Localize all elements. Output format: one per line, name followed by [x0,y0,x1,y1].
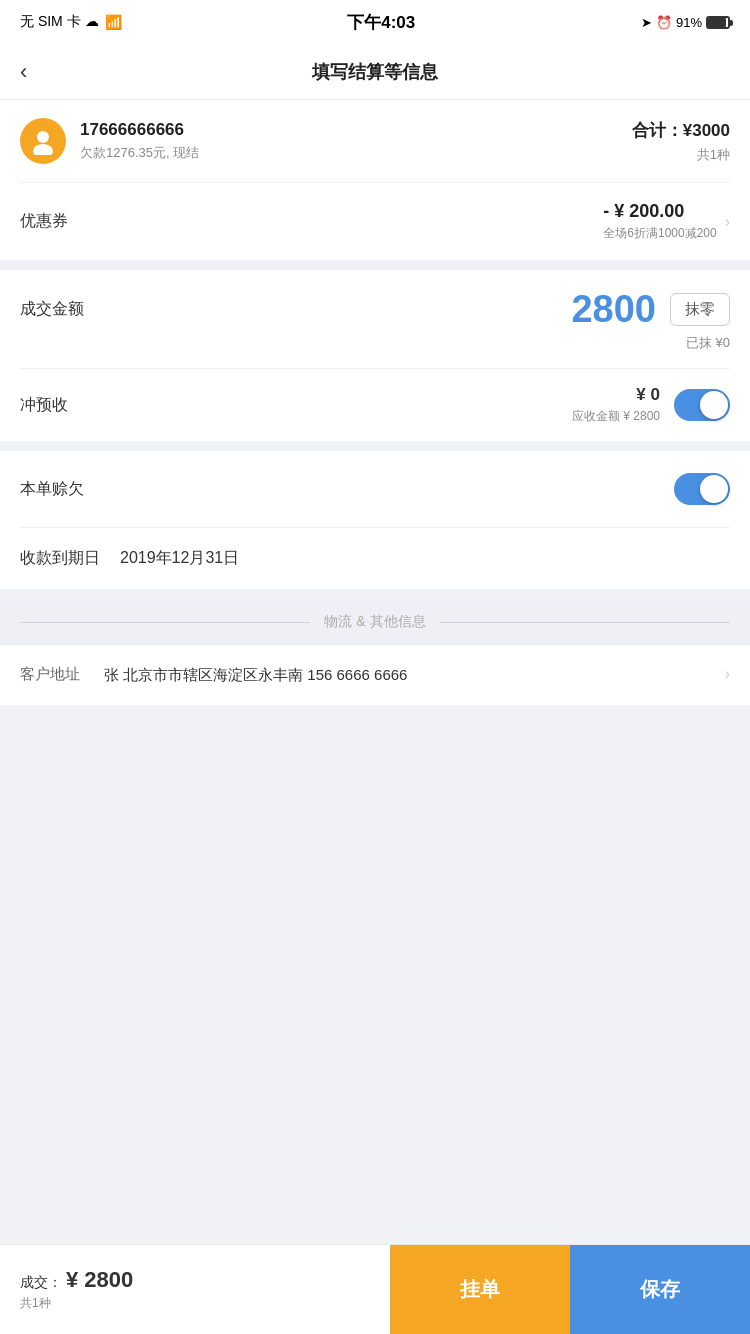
avatar-icon [29,127,57,155]
transaction-card: 成交金额 2800 抹零 已抹 ¥0 冲预收 ¥ 0 应收金额 ¥ 2800 [0,270,750,441]
amount-value-group: 2800 抹零 [571,290,730,328]
duedate-row: 收款到期日 2019年12月31日 [20,527,730,589]
hold-button[interactable]: 挂单 [390,1245,570,1335]
customer-sub: 欠款1276.35元, 现结 [80,144,632,162]
address-card: 客户地址 张 北京市市辖区海淀区永丰南 156 6666 6666 › [0,645,750,705]
bottom-amount: ¥ 2800 [66,1267,133,1293]
coupon-sub: 全场6折满1000减200 [603,225,716,242]
status-right: ➤ ⏰ 91% [641,15,730,30]
debt-toggle-knob [700,475,728,503]
bottom-summary: 成交： ¥ 2800 共1种 [0,1267,390,1312]
customer-total: 合计：¥3000 共1种 [632,119,730,164]
prereceive-toggle[interactable] [674,389,730,421]
bottom-count: 共1种 [20,1295,370,1312]
back-button[interactable]: ‹ [20,59,27,85]
debt-row: 本单赊欠 [20,451,730,527]
coupon-label: 优惠券 [20,211,68,232]
total-sub: 共1种 [632,146,730,164]
avatar [20,118,66,164]
toggle-knob [700,391,728,419]
page-title: 填写结算等信息 [312,60,438,84]
logistics-line-left [20,622,310,623]
duedate-value: 2019年12月31日 [120,548,239,569]
bottom-bar: 成交： ¥ 2800 共1种 挂单 保存 [0,1244,750,1334]
wifi-icon: 📶 [105,14,122,30]
logistics-line-right [440,622,730,623]
prereceive-right: ¥ 0 应收金额 ¥ 2800 [572,385,730,425]
prereceive-label: 冲预收 [20,395,68,416]
customer-info: 17666666666 欠款1276.35元, 现结 [80,120,632,162]
amount-label: 成交金额 [20,299,84,320]
deal-label: 成交： [20,1274,62,1292]
amount-value: 2800 [571,290,656,328]
customer-row: 17666666666 欠款1276.35元, 现结 合计：¥3000 共1种 [0,100,750,182]
status-bar: 无 SIM 卡 ☁ 📶 下午4:03 ➤ ⏰ 91% [0,0,750,44]
svg-point-0 [37,131,49,143]
address-label: 客户地址 [20,663,88,684]
svg-point-1 [33,144,53,155]
battery-icon [706,16,730,29]
debt-section: 本单赊欠 [0,451,750,527]
address-chevron-icon: › [725,663,730,683]
zeroed-text: 已抹 ¥0 [20,334,730,368]
nav-bar: ‹ 填写结算等信息 [0,44,750,100]
coupon-row[interactable]: 优惠券 - ¥ 200.00 全场6折满1000减200 › [0,183,750,260]
bottom-spacer [0,715,750,915]
prereceive-amount: ¥ 0 应收金额 ¥ 2800 [572,385,660,425]
amount-row: 成交金额 2800 抹零 [20,290,730,334]
chevron-right-icon: › [725,213,730,231]
prereceive-val: ¥ 0 [572,385,660,405]
prereceive-row: 冲预收 ¥ 0 应收金额 ¥ 2800 [20,368,730,441]
debt-toggle[interactable] [674,473,730,505]
duedate-label: 收款到期日 [20,548,100,569]
battery-text: 91% [676,15,702,30]
address-value: 张 北京市市辖区海淀区永丰南 156 6666 6666 [104,663,717,687]
coupon-discount: - ¥ 200.00 [603,201,716,222]
total-amount: 合计：¥3000 [632,119,730,142]
amount-section: 成交金额 2800 抹零 已抹 ¥0 [0,270,750,368]
prereceive-section: 冲预收 ¥ 0 应收金额 ¥ 2800 [0,368,750,441]
address-row[interactable]: 客户地址 张 北京市市辖区海淀区永丰南 156 6666 6666 › [20,645,730,705]
customer-phone: 17666666666 [80,120,632,140]
status-left: 无 SIM 卡 ☁ 📶 [20,13,122,31]
debt-card: 本单赊欠 收款到期日 2019年12月31日 [0,451,750,589]
main-content: 17666666666 欠款1276.35元, 现结 合计：¥3000 共1种 … [0,100,750,1015]
coupon-right: - ¥ 200.00 全场6折满1000减200 › [603,201,730,242]
round-button[interactable]: 抹零 [670,293,730,326]
no-sim-text: 无 SIM 卡 ☁ [20,13,99,31]
alarm-icon: ⏰ [656,15,672,30]
duedate-section: 收款到期日 2019年12月31日 [0,527,750,589]
location-icon: ➤ [641,15,652,30]
save-button[interactable]: 保存 [570,1245,750,1335]
logistics-text: 物流 & 其他信息 [324,613,425,631]
status-time: 下午4:03 [347,11,415,34]
prereceive-sub: 应收金额 ¥ 2800 [572,408,660,425]
address-section: 客户地址 张 北京市市辖区海淀区永丰南 156 6666 6666 › [0,645,750,705]
customer-card: 17666666666 欠款1276.35元, 现结 合计：¥3000 共1种 … [0,100,750,260]
logistics-divider: 物流 & 其他信息 [0,599,750,645]
debt-label: 本单赊欠 [20,479,84,500]
